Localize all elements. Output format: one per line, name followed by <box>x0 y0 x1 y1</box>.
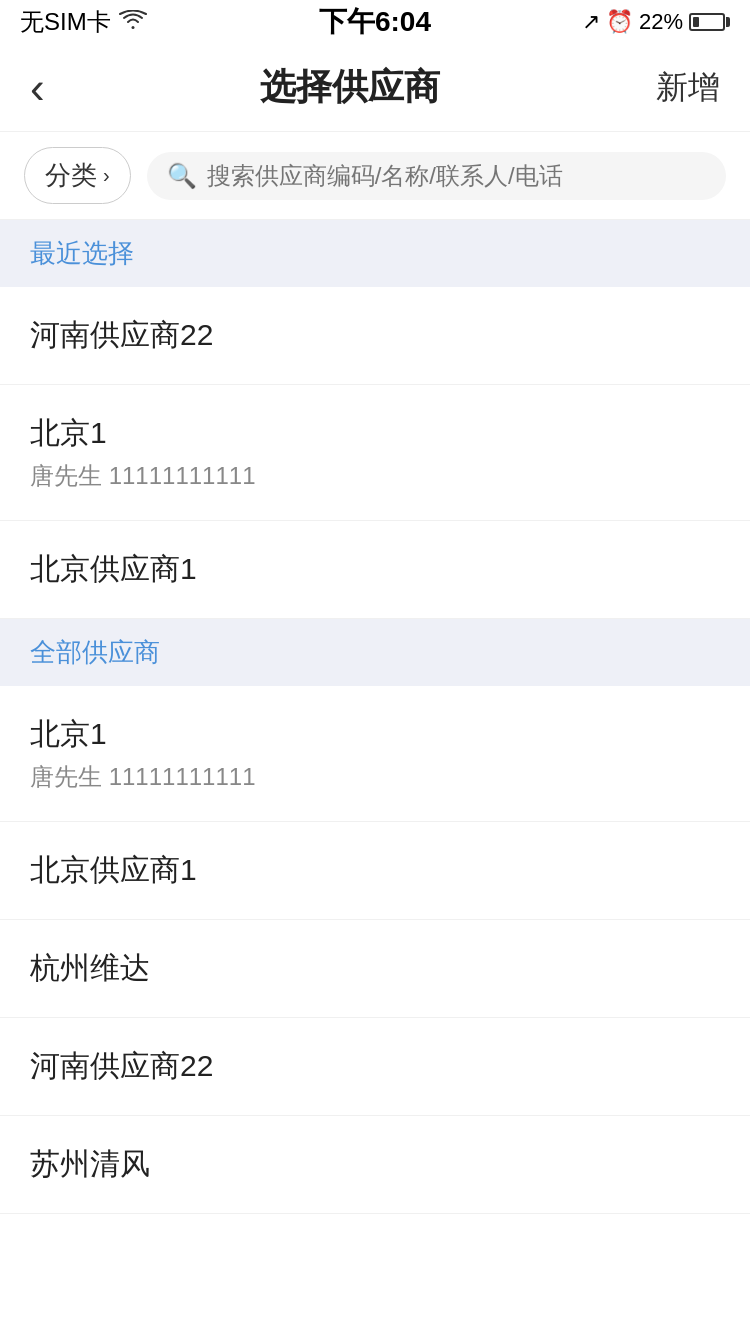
all-item-4[interactable]: 苏州清风 <box>0 1116 750 1214</box>
status-left: 无SIM卡 <box>20 6 147 38</box>
battery-icon <box>689 13 730 31</box>
all-item-1[interactable]: 北京供应商1 <box>0 822 750 920</box>
back-button[interactable]: ‹ <box>30 63 45 113</box>
all-item-2[interactable]: 杭州维达 <box>0 920 750 1018</box>
page-title: 选择供应商 <box>260 63 440 112</box>
category-button[interactable]: 分类 › <box>24 147 131 204</box>
filter-bar: 分类 › 🔍 <box>0 132 750 220</box>
all-item-1-name: 北京供应商1 <box>30 850 720 891</box>
carrier-text: 无SIM卡 <box>20 6 111 38</box>
all-item-0-name: 北京1 <box>30 714 720 755</box>
recent-item-0[interactable]: 河南供应商22 <box>0 287 750 385</box>
recent-item-2-name: 北京供应商1 <box>30 549 720 590</box>
all-item-3-name: 河南供应商22 <box>30 1046 720 1087</box>
all-item-2-name: 杭州维达 <box>30 948 720 989</box>
status-time: 下午6:04 <box>319 3 431 41</box>
chevron-right-icon: › <box>103 164 110 187</box>
location-icon: ↗ <box>582 9 600 35</box>
all-items-list: 北京1 唐先生 11111111111 北京供应商1 杭州维达 河南供应商22 … <box>0 686 750 1214</box>
recent-item-2[interactable]: 北京供应商1 <box>0 521 750 619</box>
nav-bar: ‹ 选择供应商 新增 <box>0 44 750 132</box>
recent-item-1[interactable]: 北京1 唐先生 11111111111 <box>0 385 750 521</box>
recent-section-header: 最近选择 <box>0 220 750 287</box>
all-section-label: 全部供应商 <box>30 637 160 667</box>
category-label: 分类 <box>45 158 97 193</box>
all-item-4-name: 苏州清风 <box>30 1144 720 1185</box>
recent-section-label: 最近选择 <box>30 238 134 268</box>
search-input[interactable] <box>207 162 706 190</box>
search-icon: 🔍 <box>167 162 197 190</box>
all-item-3[interactable]: 河南供应商22 <box>0 1018 750 1116</box>
battery-percent: 22% <box>639 9 683 35</box>
all-item-0[interactable]: 北京1 唐先生 11111111111 <box>0 686 750 822</box>
recent-items-list: 河南供应商22 北京1 唐先生 11111111111 北京供应商1 <box>0 287 750 619</box>
recent-item-1-name: 北京1 <box>30 413 720 454</box>
wifi-icon <box>119 8 147 36</box>
back-icon: ‹ <box>30 63 45 113</box>
all-item-0-sub: 唐先生 11111111111 <box>30 761 720 793</box>
status-bar: 无SIM卡 下午6:04 ↗ ⏰ 22% <box>0 0 750 44</box>
all-section-header: 全部供应商 <box>0 619 750 686</box>
add-button[interactable]: 新增 <box>656 66 720 110</box>
status-right: ↗ ⏰ 22% <box>582 9 730 35</box>
recent-item-1-sub: 唐先生 11111111111 <box>30 460 720 492</box>
search-box[interactable]: 🔍 <box>147 152 726 200</box>
recent-item-0-name: 河南供应商22 <box>30 315 720 356</box>
alarm-icon: ⏰ <box>606 9 633 35</box>
